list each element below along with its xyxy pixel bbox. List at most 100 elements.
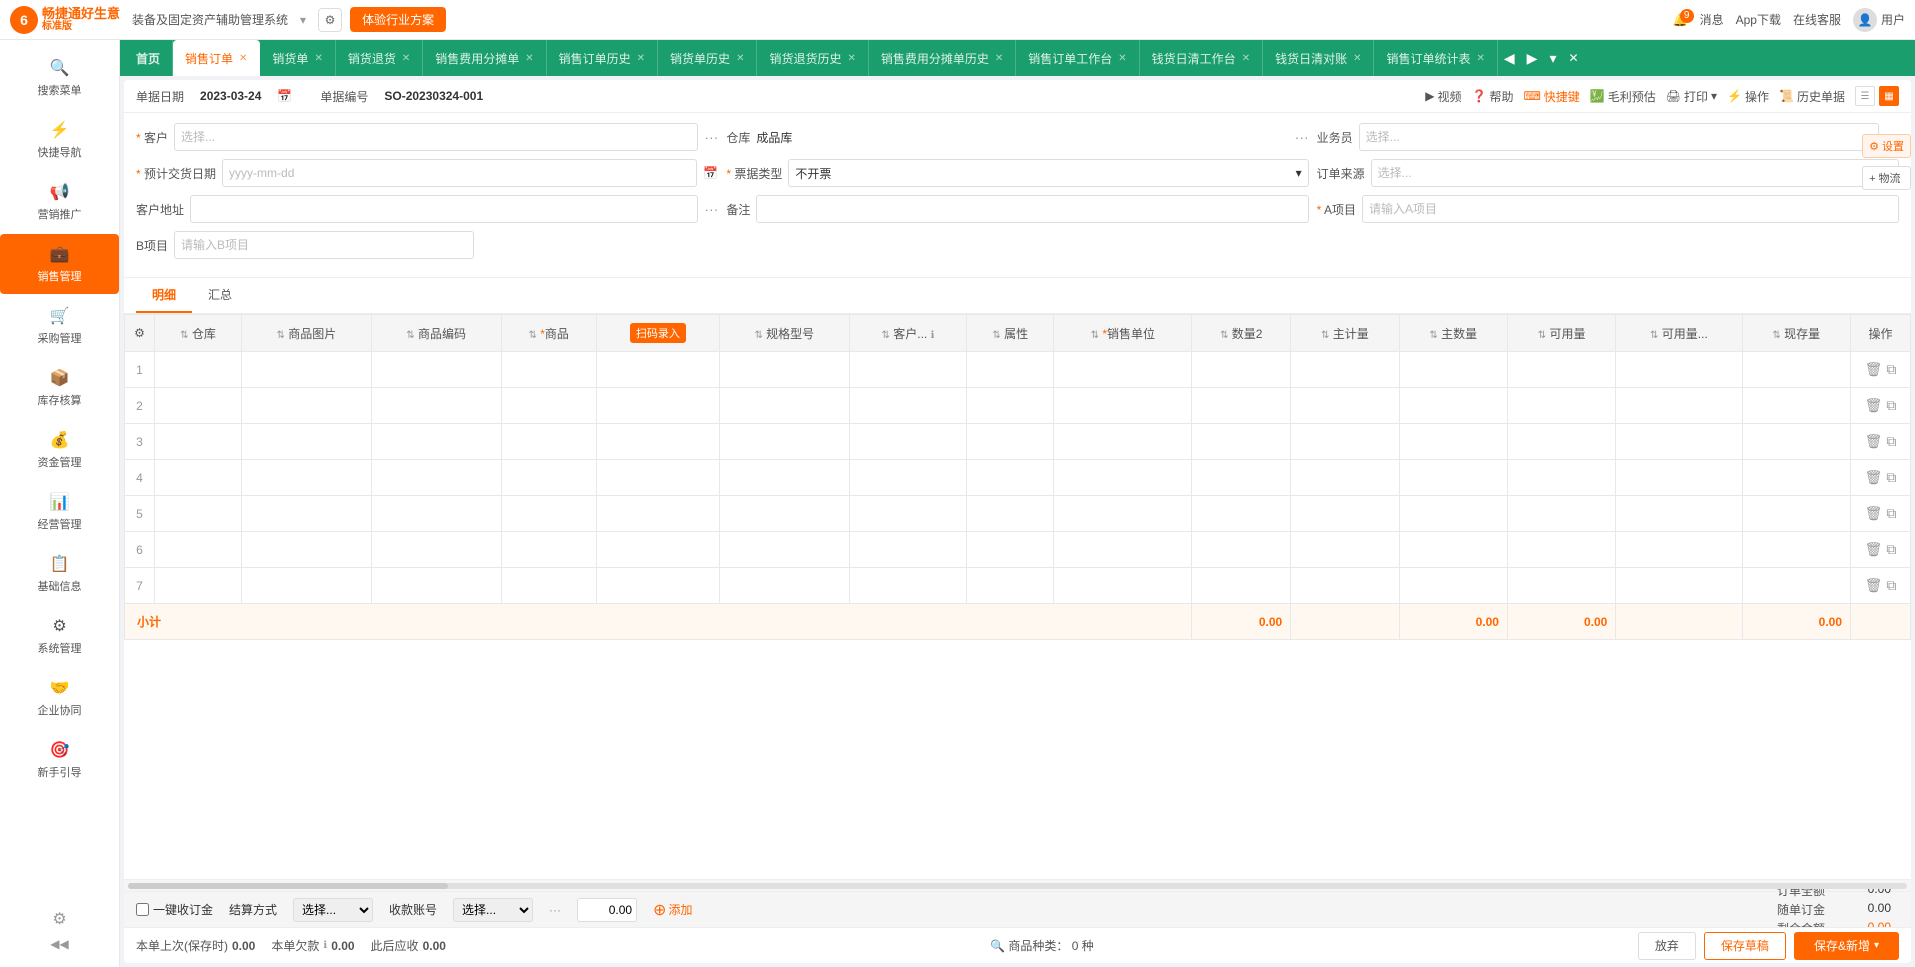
row-available2-6[interactable] bbox=[1616, 532, 1742, 568]
remark-input[interactable] bbox=[756, 195, 1308, 223]
col-stock[interactable]: ⇅ 现存量 bbox=[1742, 315, 1850, 352]
delivery-cal-icon[interactable]: 📅 bbox=[703, 166, 718, 180]
amount-input[interactable] bbox=[577, 898, 637, 922]
row-available-7[interactable] bbox=[1507, 568, 1615, 604]
row-attr-2[interactable] bbox=[967, 388, 1054, 424]
row-main-qty-7[interactable] bbox=[1399, 568, 1507, 604]
address-dots-icon[interactable]: ··· bbox=[704, 201, 718, 217]
row-stock-4[interactable] bbox=[1742, 460, 1850, 496]
row-customer-code-3[interactable] bbox=[849, 424, 967, 460]
row-image-4[interactable] bbox=[241, 460, 371, 496]
row-main-unit-5[interactable] bbox=[1291, 496, 1399, 532]
row-customer-code-6[interactable] bbox=[849, 532, 967, 568]
tab-sales-order[interactable]: 销售订单 ✕ bbox=[173, 40, 260, 76]
sidebar-item-nav[interactable]: ⚡ 快捷导航 bbox=[0, 110, 119, 170]
row-image-6[interactable] bbox=[241, 532, 371, 568]
row-available2-1[interactable] bbox=[1616, 352, 1742, 388]
row-delete-icon-1[interactable]: 🗑 bbox=[1865, 361, 1883, 378]
row-main-unit-4[interactable] bbox=[1291, 460, 1399, 496]
row-qty2-7[interactable] bbox=[1192, 568, 1291, 604]
quick-settle-check[interactable] bbox=[136, 903, 149, 916]
layout-list-icon[interactable]: ☰ bbox=[1855, 86, 1875, 106]
sidebar-item-basic[interactable]: 📋 基础信息 bbox=[0, 544, 119, 604]
row-warehouse-7[interactable] bbox=[155, 568, 242, 604]
row-unit-2[interactable] bbox=[1054, 388, 1192, 424]
row-main-qty-1[interactable] bbox=[1399, 352, 1507, 388]
row-code-2[interactable] bbox=[371, 388, 501, 424]
row-spec-6[interactable] bbox=[719, 532, 849, 568]
sidebar-item-search[interactable]: 🔍 搜索菜单 bbox=[0, 48, 119, 108]
row-stock-1[interactable] bbox=[1742, 352, 1850, 388]
row-customer-code-4[interactable] bbox=[849, 460, 967, 496]
row-scan-4[interactable] bbox=[596, 460, 719, 496]
preview-action[interactable]: ▶ 视频 bbox=[1425, 88, 1461, 105]
row-qty2-4[interactable] bbox=[1192, 460, 1291, 496]
save-draft-button[interactable]: 保存草稿 bbox=[1704, 932, 1786, 960]
row-customer-code-5[interactable] bbox=[849, 496, 967, 532]
col-image[interactable]: ⇅ 商品图片 bbox=[241, 315, 371, 352]
row-unit-4[interactable] bbox=[1054, 460, 1192, 496]
row-spec-2[interactable] bbox=[719, 388, 849, 424]
row-copy-icon-7[interactable]: ⧉ bbox=[1886, 577, 1896, 594]
row-copy-icon-6[interactable]: ⧉ bbox=[1886, 541, 1896, 558]
tab-return-close[interactable]: ✕ bbox=[402, 53, 410, 64]
row-warehouse-3[interactable] bbox=[155, 424, 242, 460]
tab-order-history[interactable]: 销售订单历史 ✕ bbox=[547, 40, 658, 76]
row-delete-icon-7[interactable]: 🗑 bbox=[1865, 577, 1883, 594]
tab-home[interactable]: 首页 bbox=[124, 40, 173, 76]
row-delete-icon-6[interactable]: 🗑 bbox=[1865, 541, 1883, 558]
col-scan[interactable]: 扫码录入 bbox=[596, 315, 719, 352]
row-scan-3[interactable] bbox=[596, 424, 719, 460]
tab-close-all-btn[interactable]: ✕ bbox=[1562, 51, 1584, 65]
account-dots-icon[interactable]: ··· bbox=[549, 903, 561, 917]
account-select[interactable]: 选择... bbox=[453, 898, 533, 922]
settle-method-select[interactable]: 选择... bbox=[293, 898, 373, 922]
tab-fee-history-close[interactable]: ✕ bbox=[995, 53, 1003, 64]
row-code-7[interactable] bbox=[371, 568, 501, 604]
tab-daily-workbench[interactable]: 钱货日清工作台 ✕ bbox=[1140, 40, 1263, 76]
row-attr-5[interactable] bbox=[967, 496, 1054, 532]
col-code[interactable]: ⇅ 商品编码 bbox=[371, 315, 501, 352]
sidebar-item-enterprise[interactable]: 🤝 企业协同 bbox=[0, 668, 119, 728]
row-attr-6[interactable] bbox=[967, 532, 1054, 568]
row-available-2[interactable] bbox=[1507, 388, 1615, 424]
row-customer-code-1[interactable] bbox=[849, 352, 967, 388]
address-input[interactable] bbox=[190, 195, 698, 223]
tab-daily-reconcile[interactable]: 钱货日清对账 ✕ bbox=[1263, 40, 1374, 76]
row-available-5[interactable] bbox=[1507, 496, 1615, 532]
row-image-7[interactable] bbox=[241, 568, 371, 604]
help-action[interactable]: ❓ 帮助 bbox=[1472, 88, 1514, 105]
row-main-unit-1[interactable] bbox=[1291, 352, 1399, 388]
row-main-qty-4[interactable] bbox=[1399, 460, 1507, 496]
customer-input[interactable] bbox=[174, 123, 698, 151]
tab-return[interactable]: 销货退货 ✕ bbox=[336, 40, 423, 76]
row-code-6[interactable] bbox=[371, 532, 501, 568]
row-available2-4[interactable] bbox=[1616, 460, 1742, 496]
row-available-1[interactable] bbox=[1507, 352, 1615, 388]
solution-button[interactable]: 体验行业方案 bbox=[350, 7, 446, 32]
row-unit-5[interactable] bbox=[1054, 496, 1192, 532]
row-attr-7[interactable] bbox=[967, 568, 1054, 604]
row-code-1[interactable] bbox=[371, 352, 501, 388]
col-available2[interactable]: ⇅ 可用量... bbox=[1616, 315, 1742, 352]
row-customer-code-2[interactable] bbox=[849, 388, 967, 424]
row-product-7[interactable] bbox=[501, 568, 596, 604]
row-unit-6[interactable] bbox=[1054, 532, 1192, 568]
row-qty2-5[interactable] bbox=[1192, 496, 1291, 532]
tab-goods-history-close[interactable]: ✕ bbox=[736, 53, 744, 64]
warehouse-dots-icon[interactable]: ··· bbox=[1295, 129, 1309, 145]
tab-order-history-close[interactable]: ✕ bbox=[637, 53, 645, 64]
sidebar-collapse-btn[interactable]: ⚙ bbox=[52, 909, 66, 929]
row-product-6[interactable] bbox=[501, 532, 596, 568]
row-attr-3[interactable] bbox=[967, 424, 1054, 460]
row-qty2-2[interactable] bbox=[1192, 388, 1291, 424]
sidebar-toggle-btn[interactable]: ◀◀ bbox=[50, 937, 68, 951]
tab-order-workbench[interactable]: 销售订单工作台 ✕ bbox=[1016, 40, 1139, 76]
row-stock-2[interactable] bbox=[1742, 388, 1850, 424]
tab-stats[interactable]: 销售订单统计表 ✕ bbox=[1374, 40, 1497, 76]
row-spec-1[interactable] bbox=[719, 352, 849, 388]
add-btn[interactable]: ⊕ 添加 bbox=[653, 900, 692, 920]
row-attr-4[interactable] bbox=[967, 460, 1054, 496]
row-main-qty-5[interactable] bbox=[1399, 496, 1507, 532]
row-customer-code-7[interactable] bbox=[849, 568, 967, 604]
